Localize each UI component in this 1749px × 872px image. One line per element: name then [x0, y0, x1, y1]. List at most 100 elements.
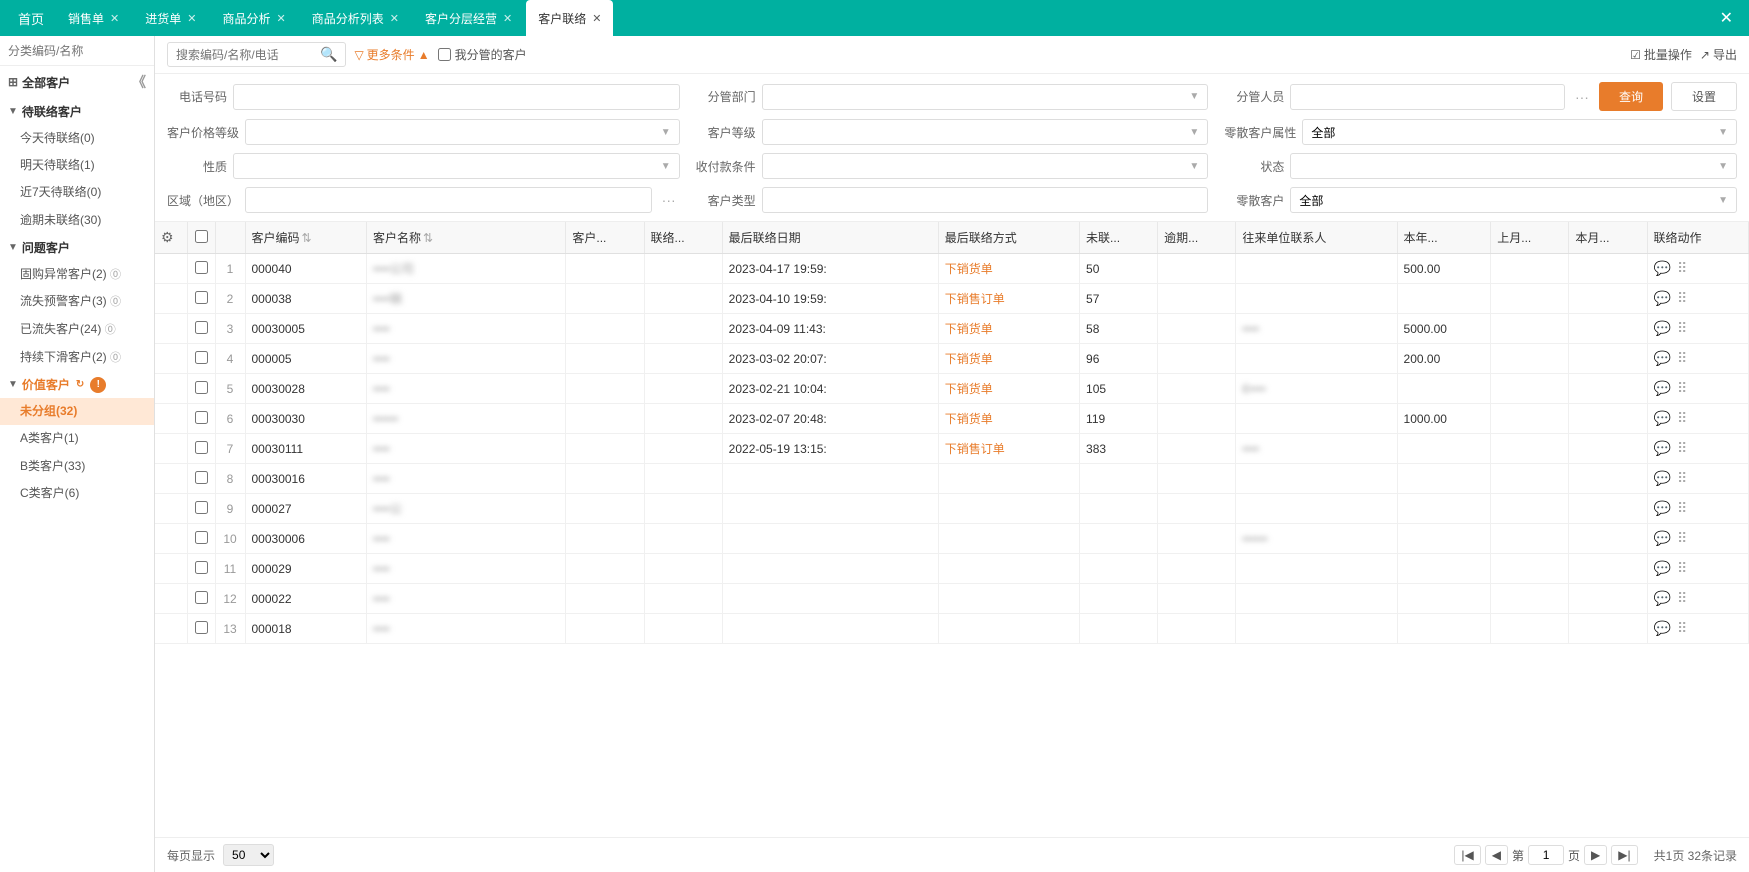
page-size-select[interactable]: 50 100 200	[223, 844, 274, 866]
last-method-link[interactable]: 下销售订单	[945, 442, 1005, 456]
qr-icon[interactable]: ⠿	[1677, 350, 1687, 367]
status-input[interactable]: ▼	[1290, 153, 1737, 179]
refresh-icon[interactable]: ↻	[76, 379, 84, 390]
sidebar-item-lost[interactable]: 已流失客户(24) ⓪	[0, 316, 154, 344]
last-method-link[interactable]: 下销售订单	[945, 292, 1005, 306]
retail-attr-input[interactable]: 全部▼	[1302, 119, 1737, 145]
search-input[interactable]	[176, 48, 316, 62]
sidebar-item-b[interactable]: B类客户(33)	[0, 453, 154, 480]
select-all-checkbox[interactable]	[195, 230, 208, 243]
qr-icon[interactable]: ⠿	[1677, 470, 1687, 487]
message-icon[interactable]: 💬	[1654, 290, 1671, 307]
close-purchase-tab[interactable]: ✕	[187, 12, 196, 25]
qr-icon[interactable]: ⠿	[1677, 320, 1687, 337]
reset-button[interactable]: 设置	[1671, 82, 1737, 111]
sidebar-item-c[interactable]: C类客户(6)	[0, 480, 154, 507]
nav-tab-product-list[interactable]: 商品分析列表 ✕	[300, 0, 411, 36]
close-product-list-tab[interactable]: ✕	[390, 12, 399, 25]
row-checkbox[interactable]	[187, 284, 215, 314]
row-checkbox[interactable]	[187, 404, 215, 434]
message-icon[interactable]: 💬	[1654, 350, 1671, 367]
sidebar-group-pending[interactable]: ▼ 待联络客户	[0, 98, 154, 125]
last-method-link[interactable]: 下销货单	[945, 352, 993, 366]
nav-tab-customer-segment[interactable]: 客户分层经营 ✕	[413, 0, 524, 36]
row-checkbox[interactable]	[187, 464, 215, 494]
sidebar-item-declining[interactable]: 持续下滑客户(2) ⓪	[0, 344, 154, 372]
qr-icon[interactable]: ⠿	[1677, 260, 1687, 277]
search-submit-icon[interactable]: 🔍	[320, 46, 337, 63]
nav-tab-customer-contact[interactable]: 客户联络 ✕	[526, 0, 613, 36]
batch-ops-button[interactable]: ☑ 批量操作	[1630, 46, 1692, 63]
last-method-link[interactable]: 下销货单	[945, 322, 993, 336]
last-page-button[interactable]: ▶|	[1611, 845, 1637, 865]
search-button[interactable]: 查询	[1599, 82, 1663, 111]
dept-input[interactable]: ▼	[762, 84, 1209, 110]
settings-icon[interactable]: ⚙	[161, 229, 174, 245]
sidebar-item-today[interactable]: 今天待联络(0)	[0, 125, 154, 152]
my-customers-check[interactable]	[438, 48, 451, 61]
row-checkbox[interactable]	[187, 434, 215, 464]
qr-icon[interactable]: ⠿	[1677, 380, 1687, 397]
row-checkbox[interactable]	[187, 344, 215, 374]
first-page-button[interactable]: |◀	[1454, 845, 1480, 865]
row-checkbox[interactable]	[187, 614, 215, 644]
payment-input[interactable]: ▼	[762, 153, 1209, 179]
sidebar-group-value[interactable]: ▼ 价值客户 ↻ !	[0, 371, 154, 398]
export-button[interactable]: ↗ 导出	[1700, 46, 1737, 63]
message-icon[interactable]: 💬	[1654, 380, 1671, 397]
qr-icon[interactable]: ⠿	[1677, 290, 1687, 307]
message-icon[interactable]: 💬	[1654, 260, 1671, 277]
code-col-header[interactable]: 客户编码⇅	[245, 222, 366, 254]
message-icon[interactable]: 💬	[1654, 470, 1671, 487]
message-icon[interactable]: 💬	[1654, 500, 1671, 517]
next-page-button[interactable]: ▶	[1584, 845, 1607, 865]
nav-tab-product-analysis[interactable]: 商品分析 ✕	[210, 0, 297, 36]
qr-icon[interactable]: ⠿	[1677, 560, 1687, 577]
message-icon[interactable]: 💬	[1654, 320, 1671, 337]
row-checkbox[interactable]	[187, 254, 215, 284]
prev-page-button[interactable]: ◀	[1485, 845, 1508, 865]
sidebar-item-abnormal[interactable]: 固购异常客户(2) ⓪	[0, 261, 154, 289]
row-checkbox[interactable]	[187, 374, 215, 404]
row-checkbox[interactable]	[187, 314, 215, 344]
message-icon[interactable]: 💬	[1654, 590, 1671, 607]
level-input[interactable]: ▼	[762, 119, 1209, 145]
sidebar-item-tomorrow[interactable]: 明天待联络(1)	[0, 152, 154, 179]
qr-icon[interactable]: ⠿	[1677, 620, 1687, 637]
sidebar-search-input[interactable]	[8, 44, 155, 58]
message-icon[interactable]: 💬	[1654, 530, 1671, 547]
name-col-header[interactable]: 客户名称⇅	[366, 222, 565, 254]
qr-icon[interactable]: ⠿	[1677, 410, 1687, 427]
row-checkbox[interactable]	[187, 554, 215, 584]
message-icon[interactable]: 💬	[1654, 410, 1671, 427]
gender-input[interactable]: ▼	[233, 153, 680, 179]
nav-tab-purchase[interactable]: 进货单 ✕	[133, 0, 208, 36]
qr-icon[interactable]: ⠿	[1677, 500, 1687, 517]
more-conditions-button[interactable]: ▽ 更多条件 ▲	[354, 46, 429, 63]
row-checkbox[interactable]	[187, 494, 215, 524]
nav-tab-home[interactable]: 首页	[8, 0, 54, 36]
region-dots-icon[interactable]: ···	[658, 192, 680, 208]
sidebar-group-problem[interactable]: ▼ 问题客户	[0, 234, 154, 261]
region-input[interactable]	[245, 187, 652, 213]
row-checkbox[interactable]	[187, 524, 215, 554]
person-input[interactable]	[1290, 84, 1565, 110]
last-method-link[interactable]: 下销货单	[945, 412, 993, 426]
customer-type-input[interactable]	[762, 187, 1209, 213]
page-input[interactable]	[1528, 845, 1564, 865]
my-customers-checkbox[interactable]: 我分管的客户	[438, 46, 527, 63]
sidebar-item-overdue[interactable]: 逾期未联络(30)	[0, 207, 154, 234]
phone-input[interactable]	[233, 84, 680, 110]
last-method-link[interactable]: 下销货单	[945, 382, 993, 396]
qr-icon[interactable]: ⠿	[1677, 440, 1687, 457]
close-product-analysis-tab[interactable]: ✕	[277, 12, 286, 25]
person-dots-icon[interactable]: ···	[1571, 89, 1593, 105]
qr-icon[interactable]: ⠿	[1677, 590, 1687, 607]
sidebar-item-a[interactable]: A类客户(1)	[0, 425, 154, 452]
row-checkbox[interactable]	[187, 584, 215, 614]
last-method-link[interactable]: 下销货单	[945, 262, 993, 276]
retail-input[interactable]: 全部▼	[1290, 187, 1737, 213]
sidebar-item-churn[interactable]: 流失预警客户(3) ⓪	[0, 288, 154, 316]
qr-icon[interactable]: ⠿	[1677, 530, 1687, 547]
message-icon[interactable]: 💬	[1654, 560, 1671, 577]
